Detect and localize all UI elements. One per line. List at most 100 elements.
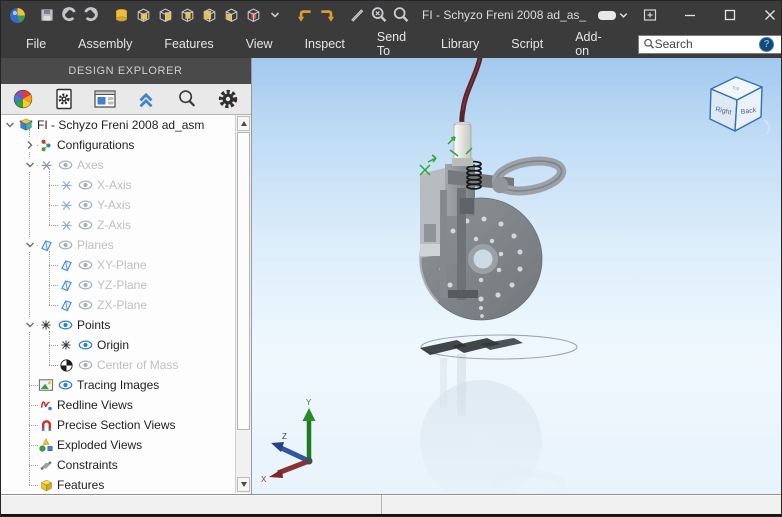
tree-row-origin[interactable]: Origin	[1, 335, 234, 355]
document-gear-icon[interactable]	[51, 86, 77, 112]
tree-row-constraints[interactable]: Constraints	[1, 455, 234, 475]
doc-cube-icon-4[interactable]	[176, 4, 198, 26]
expander-icon[interactable]	[43, 258, 57, 272]
tree-row-y-axis[interactable]: Y-Axis	[1, 195, 234, 215]
visibility-eye-icon[interactable]	[77, 178, 94, 192]
visibility-eye-icon[interactable]	[77, 298, 94, 312]
undo-icon[interactable]	[58, 4, 80, 26]
tree-row-exploded-views[interactable]: Exploded Views	[1, 435, 234, 455]
search-input[interactable]	[655, 37, 775, 51]
tree-row-center-of-mass[interactable]: Center of Mass	[1, 355, 234, 375]
menu-item-features[interactable]: Features	[148, 30, 229, 58]
visibility-eye-icon[interactable]	[77, 338, 94, 352]
menu-item-library[interactable]: Library	[425, 30, 495, 58]
visibility-eye-icon[interactable]	[77, 358, 94, 372]
menu-item-add-on[interactable]: Add-on	[559, 30, 619, 58]
color-wheel-icon[interactable]	[10, 86, 36, 112]
visibility-eye-icon[interactable]	[57, 318, 74, 332]
explorer-gear-icon[interactable]	[215, 86, 241, 112]
help-icon[interactable]: ?	[759, 37, 774, 52]
titlebar-dropdown-pill[interactable]	[598, 11, 616, 20]
visibility-eye-icon[interactable]	[77, 198, 94, 212]
menu-item-view[interactable]: View	[230, 30, 289, 58]
collapse-all-icon[interactable]	[133, 86, 159, 112]
visibility-eye-icon[interactable]	[77, 258, 94, 272]
menu-item-inspect[interactable]: Inspect	[289, 30, 361, 58]
tree-row-configurations[interactable]: Configurations	[1, 135, 234, 155]
expander-icon[interactable]	[43, 358, 57, 372]
visibility-eye-icon[interactable]	[77, 218, 94, 232]
expander-icon[interactable]	[23, 158, 37, 172]
expander-icon[interactable]	[23, 378, 37, 392]
doc-cube-icon-6[interactable]	[220, 4, 242, 26]
visibility-eye-icon[interactable]	[77, 278, 94, 292]
save-icon[interactable]	[36, 4, 58, 26]
tree-row-z-axis[interactable]: Z-Axis	[1, 215, 234, 235]
scroll-down-arrow-icon[interactable]	[237, 477, 250, 492]
doc-cube-icon-3[interactable]	[154, 4, 176, 26]
doc-cube-icon-5[interactable]	[198, 4, 220, 26]
tree-row-tracing-images[interactable]: Tracing Images	[1, 375, 234, 395]
tree-row-redline-views[interactable]: Redline Views	[1, 395, 234, 415]
bent-arrow-right-icon[interactable]	[316, 4, 338, 26]
viewcube-top-label[interactable]: Top	[732, 85, 740, 91]
viewport-3d[interactable]: Top Right Back Y Z X	[252, 58, 782, 494]
tree-row-planes[interactable]: Planes	[1, 235, 234, 255]
bent-arrow-left-icon[interactable]	[294, 4, 316, 26]
expander-icon[interactable]	[43, 218, 57, 232]
window-title: FI - Schyzo Freni 2008 ad_as_	[422, 8, 586, 22]
expander-icon[interactable]	[23, 438, 37, 452]
expander-icon[interactable]	[23, 478, 37, 492]
measure-line-icon[interactable]	[346, 4, 368, 26]
view-cube[interactable]: Top Right Back	[710, 77, 769, 134]
expander-icon[interactable]	[43, 298, 57, 312]
tree-row-points[interactable]: Points	[1, 315, 234, 335]
popout-window-icon[interactable]	[630, 0, 670, 30]
menu-item-assembly[interactable]: Assembly	[62, 30, 148, 58]
expander-icon[interactable]	[23, 138, 37, 152]
visibility-eye-icon[interactable]	[57, 378, 74, 392]
expander-icon[interactable]	[23, 398, 37, 412]
tree-scrollbar[interactable]	[235, 115, 251, 493]
tree-row-xy-plane[interactable]: XY-Plane	[1, 255, 234, 275]
menu-item-file[interactable]: File	[10, 30, 62, 58]
magnifier-icon[interactable]	[390, 4, 412, 26]
magnifier-x-icon[interactable]	[368, 4, 390, 26]
visibility-eye-icon[interactable]	[57, 238, 74, 252]
tree-row-yz-plane[interactable]: YZ-Plane	[1, 275, 234, 295]
expander-icon[interactable]	[23, 238, 37, 252]
layout-panels-icon[interactable]	[92, 86, 118, 112]
tree-row-fi-schyzo-freni-2008-ad-asm[interactable]: FI - Schyzo Freni 2008 ad_asm	[1, 115, 234, 135]
menu-item-script[interactable]: Script	[495, 30, 559, 58]
expander-icon[interactable]	[23, 318, 37, 332]
titlebar-dropdown-chevron-icon[interactable]	[616, 4, 630, 26]
expander-icon[interactable]	[43, 198, 57, 212]
menu-item-send-to[interactable]: Send To	[361, 30, 425, 58]
expander-icon[interactable]	[43, 278, 57, 292]
scroll-up-arrow-icon[interactable]	[237, 116, 250, 131]
visibility-eye-icon[interactable]	[57, 158, 74, 172]
doc-cube-icon-7[interactable]	[242, 4, 264, 26]
expander-icon[interactable]	[43, 338, 57, 352]
app-logo-icon[interactable]	[6, 4, 28, 26]
maximize-button[interactable]	[710, 0, 750, 30]
expander-icon[interactable]	[23, 418, 37, 432]
expander-icon[interactable]	[43, 178, 57, 192]
expander-icon[interactable]	[3, 118, 17, 132]
explorer-search-icon[interactable]	[174, 86, 200, 112]
toolbar-dropdown-chevron-icon[interactable]	[264, 4, 286, 26]
tracing-images-icon	[37, 376, 55, 394]
scrollbar-thumb[interactable]	[237, 132, 250, 430]
tree-row-precise-section-views[interactable]: Precise Section Views	[1, 415, 234, 435]
tree-row-x-axis[interactable]: X-Axis	[1, 175, 234, 195]
tree-item-label: Z-Axis	[97, 218, 131, 232]
tree-row-zx-plane[interactable]: ZX-Plane	[1, 295, 234, 315]
expander-icon[interactable]	[23, 458, 37, 472]
redo-icon[interactable]	[80, 4, 102, 26]
tree-row-axes[interactable]: Axes	[1, 155, 234, 175]
close-button[interactable]	[750, 0, 782, 30]
minimize-button[interactable]	[670, 0, 710, 30]
tree-row-features[interactable]: Features	[1, 475, 234, 493]
doc-cube-icon-1[interactable]	[110, 4, 132, 26]
doc-cube-icon-2[interactable]	[132, 4, 154, 26]
